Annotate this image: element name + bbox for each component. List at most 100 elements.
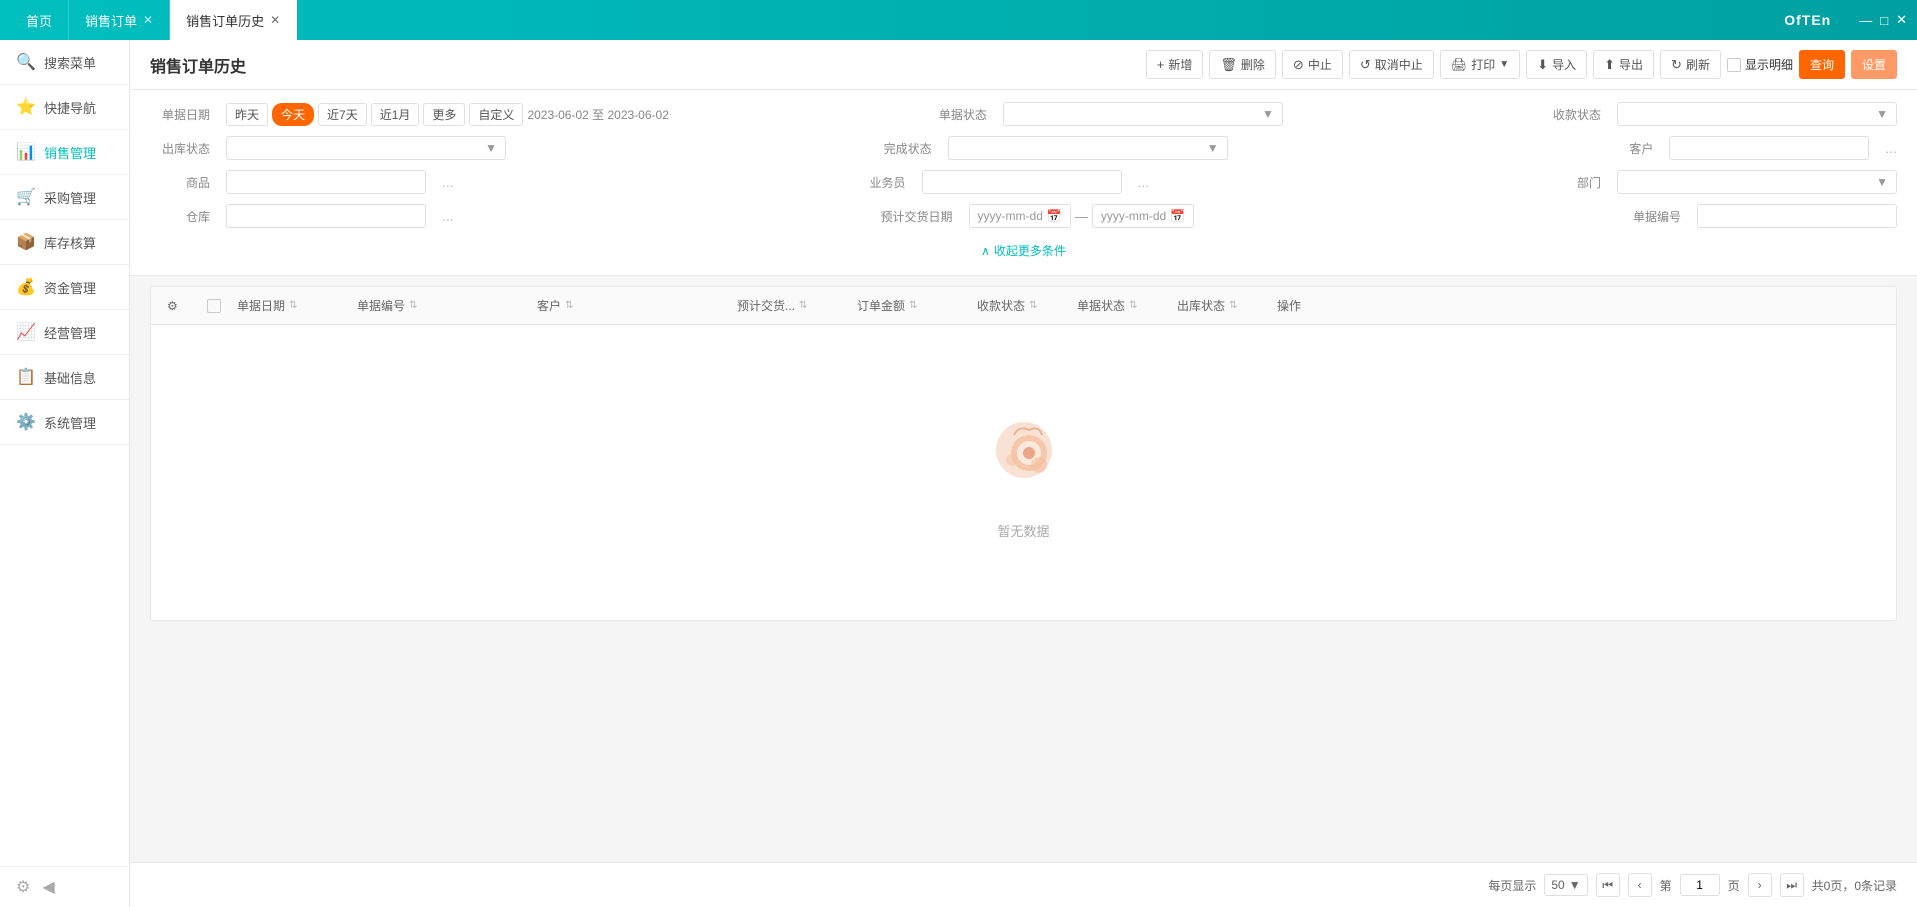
export-button[interactable]: ⬆ 导出 — [1593, 50, 1654, 79]
tab-sales-order-history[interactable]: 销售订单历史 ✕ — [170, 0, 297, 40]
date-btn-7days[interactable]: 近7天 — [318, 103, 367, 126]
sidebar-item-system[interactable]: ⚙️ 系统管理 — [0, 400, 129, 445]
sidebar-label-sales: 销售管理 — [44, 143, 96, 162]
sidebar-item-finance[interactable]: 💰 资金管理 — [0, 265, 129, 310]
sort-number-icon: ⇅ — [409, 300, 417, 311]
sort-pay-status-icon: ⇅ — [1029, 300, 1037, 311]
toolbar: + 新增 🗑 删除 ⊘ 中止 ↺ 取消中止 — [1146, 50, 1897, 79]
date-btn-1month[interactable]: 近1月 — [371, 103, 420, 126]
tab-home[interactable]: 首页 — [10, 0, 69, 40]
settings-button[interactable]: 设置 — [1851, 50, 1897, 79]
goods-input[interactable] — [226, 170, 426, 194]
delivery-date-from[interactable]: yyyy-mm-dd 📅 — [969, 204, 1071, 228]
stop-button[interactable]: ⊘ 中止 — [1282, 50, 1343, 79]
display-toggle[interactable]: 显示明细 — [1727, 56, 1793, 73]
date-btn-more[interactable]: 更多 — [423, 103, 465, 126]
query-label: 查询 — [1810, 56, 1834, 73]
import-button[interactable]: ⬇ 导入 — [1526, 50, 1587, 79]
page-prev-button[interactable]: ‹ — [1628, 873, 1652, 897]
sort-date-icon: ⇅ — [289, 300, 297, 311]
doc-number-input[interactable] — [1697, 204, 1897, 228]
empty-illustration — [974, 405, 1074, 505]
page-first-button[interactable]: ⏮ — [1596, 873, 1620, 897]
header-number[interactable]: 单据编号 ⇅ — [349, 287, 529, 324]
query-button[interactable]: 查询 — [1799, 50, 1845, 79]
page-size-select[interactable]: 50 ▼ — [1544, 874, 1587, 896]
add-button[interactable]: + 新增 — [1146, 50, 1204, 79]
delivery-date-picker: yyyy-mm-dd 📅 — yyyy-mm-dd 📅 — [969, 204, 1195, 228]
money-icon: 💰 — [16, 277, 36, 297]
delete-label: 删除 — [1241, 56, 1265, 73]
refresh-icon: ↻ — [1671, 57, 1682, 73]
header-delivery[interactable]: 预计交货... ⇅ — [729, 287, 849, 324]
filter-row-status: 出库状态 ▼ 完成状态 ▼ 客户 ... — [150, 136, 1897, 160]
delivery-date-to[interactable]: yyyy-mm-dd 📅 — [1092, 204, 1194, 228]
out-status-select[interactable]: ▼ — [226, 136, 506, 160]
goods-dots[interactable]: ... — [442, 174, 454, 190]
collapse-button[interactable]: ∧ 收起更多条件 — [981, 238, 1066, 263]
header-date[interactable]: 单据日期 ⇅ — [229, 287, 349, 324]
sidebar-item-inventory[interactable]: 📦 库存核算 — [0, 220, 129, 265]
filter-row-date: 单据日期 昨天 今天 近7天 近1月 更多 — [150, 102, 1897, 126]
sort-delivery-icon: ⇅ — [799, 300, 807, 311]
print-button[interactable]: 🖨 打印 ▼ — [1440, 50, 1520, 79]
page-number-input[interactable] — [1680, 874, 1720, 896]
sidebar-item-quicknav[interactable]: ⭐ 快捷导航 — [0, 85, 129, 130]
header-action-label: 操作 — [1277, 297, 1301, 314]
window-minimize-icon[interactable]: — — [1859, 13, 1872, 28]
table-area: ⚙ 单据日期 ⇅ 单据编号 ⇅ 客户 ⇅ — [130, 276, 1917, 862]
header-checkbox[interactable] — [199, 289, 229, 323]
sidebar-item-sales[interactable]: 📊 销售管理 — [0, 130, 129, 175]
delete-icon: 🗑 — [1220, 57, 1237, 73]
sort-out-status-icon: ⇅ — [1229, 300, 1237, 311]
header-doc-status[interactable]: 单据状态 ⇅ — [1069, 287, 1169, 324]
complete-status-select[interactable]: ▼ — [948, 136, 1228, 160]
sidebar-item-operations[interactable]: 📈 经营管理 — [0, 310, 129, 355]
delivery-date-to-text: yyyy-mm-dd — [1101, 209, 1166, 223]
warehouse-input[interactable] — [226, 204, 426, 228]
payment-status-select[interactable]: ▼ — [1617, 102, 1897, 126]
window-maximize-icon[interactable]: □ — [1880, 13, 1888, 28]
date-btn-yesterday[interactable]: 昨天 — [226, 103, 268, 126]
sidebar-collapse-icon[interactable]: ◀ — [42, 877, 54, 897]
warehouse-dots[interactable]: ... — [442, 208, 454, 224]
date-btn-today[interactable]: 今天 — [272, 103, 314, 126]
tab-bar: 首页 销售订单 ✕ 销售订单历史 ✕ — [10, 0, 297, 40]
doc-number-label: 单据编号 — [1621, 208, 1681, 225]
page-last-button[interactable]: ⏭ — [1780, 873, 1804, 897]
empty-text: 暂无数据 — [997, 521, 1049, 540]
customer-dots[interactable]: ... — [1885, 140, 1897, 156]
header-customer[interactable]: 客户 ⇅ — [529, 287, 729, 324]
header-settings[interactable]: ⚙ — [159, 289, 199, 323]
stop-label: 中止 — [1308, 56, 1332, 73]
cancel-stop-button[interactable]: ↺ 取消中止 — [1349, 50, 1434, 79]
customer-input[interactable] — [1669, 136, 1869, 160]
content-area: 销售订单历史 + 新增 🗑 删除 ⊘ 中止 ↺ — [130, 40, 1917, 907]
sidebar-item-basic-info[interactable]: 📋 基础信息 — [0, 355, 129, 400]
page-header: 销售订单历史 + 新增 🗑 删除 ⊘ 中止 ↺ — [130, 40, 1917, 90]
collapse-label: 收起更多条件 — [994, 242, 1066, 259]
top-bar: 首页 销售订单 ✕ 销售订单历史 ✕ OfTEn — □ ✕ — [0, 0, 1917, 40]
salesperson-dots[interactable]: ... — [1138, 174, 1150, 190]
salesperson-input[interactable] — [922, 170, 1122, 194]
page-next-button[interactable]: › — [1748, 873, 1772, 897]
filter-row-warehouse: 仓库 ... 预计交货日期 yyyy-mm-dd 📅 — yyyy-mm-dd … — [150, 204, 1897, 228]
sidebar-settings-icon[interactable]: ⚙ — [16, 877, 30, 897]
tab-sales-order[interactable]: 销售订单 ✕ — [69, 0, 170, 40]
header-out-status[interactable]: 出库状态 ⇅ — [1169, 287, 1269, 324]
header-amount[interactable]: 订单金额 ⇅ — [849, 287, 969, 324]
date-btn-custom[interactable]: 自定义 — [469, 103, 523, 126]
cart-icon: 🛒 — [16, 187, 36, 207]
tab-sales-order-close[interactable]: ✕ — [143, 13, 153, 27]
top-bar-right: OfTEn — □ ✕ — [1784, 12, 1907, 28]
sidebar-item-purchase[interactable]: 🛒 采购管理 — [0, 175, 129, 220]
sidebar-item-search[interactable]: 🔍 搜索菜单 — [0, 40, 129, 85]
tab-sales-order-history-close[interactable]: ✕ — [270, 13, 280, 27]
department-select[interactable]: ▼ — [1617, 170, 1897, 194]
delete-button[interactable]: 🗑 删除 — [1209, 50, 1276, 79]
delivery-date-from-text: yyyy-mm-dd — [978, 209, 1043, 223]
refresh-button[interactable]: ↻ 刷新 — [1660, 50, 1721, 79]
window-close-icon[interactable]: ✕ — [1896, 12, 1907, 28]
header-pay-status[interactable]: 收款状态 ⇅ — [969, 287, 1069, 324]
bill-status-select[interactable]: ▼ — [1003, 102, 1283, 126]
